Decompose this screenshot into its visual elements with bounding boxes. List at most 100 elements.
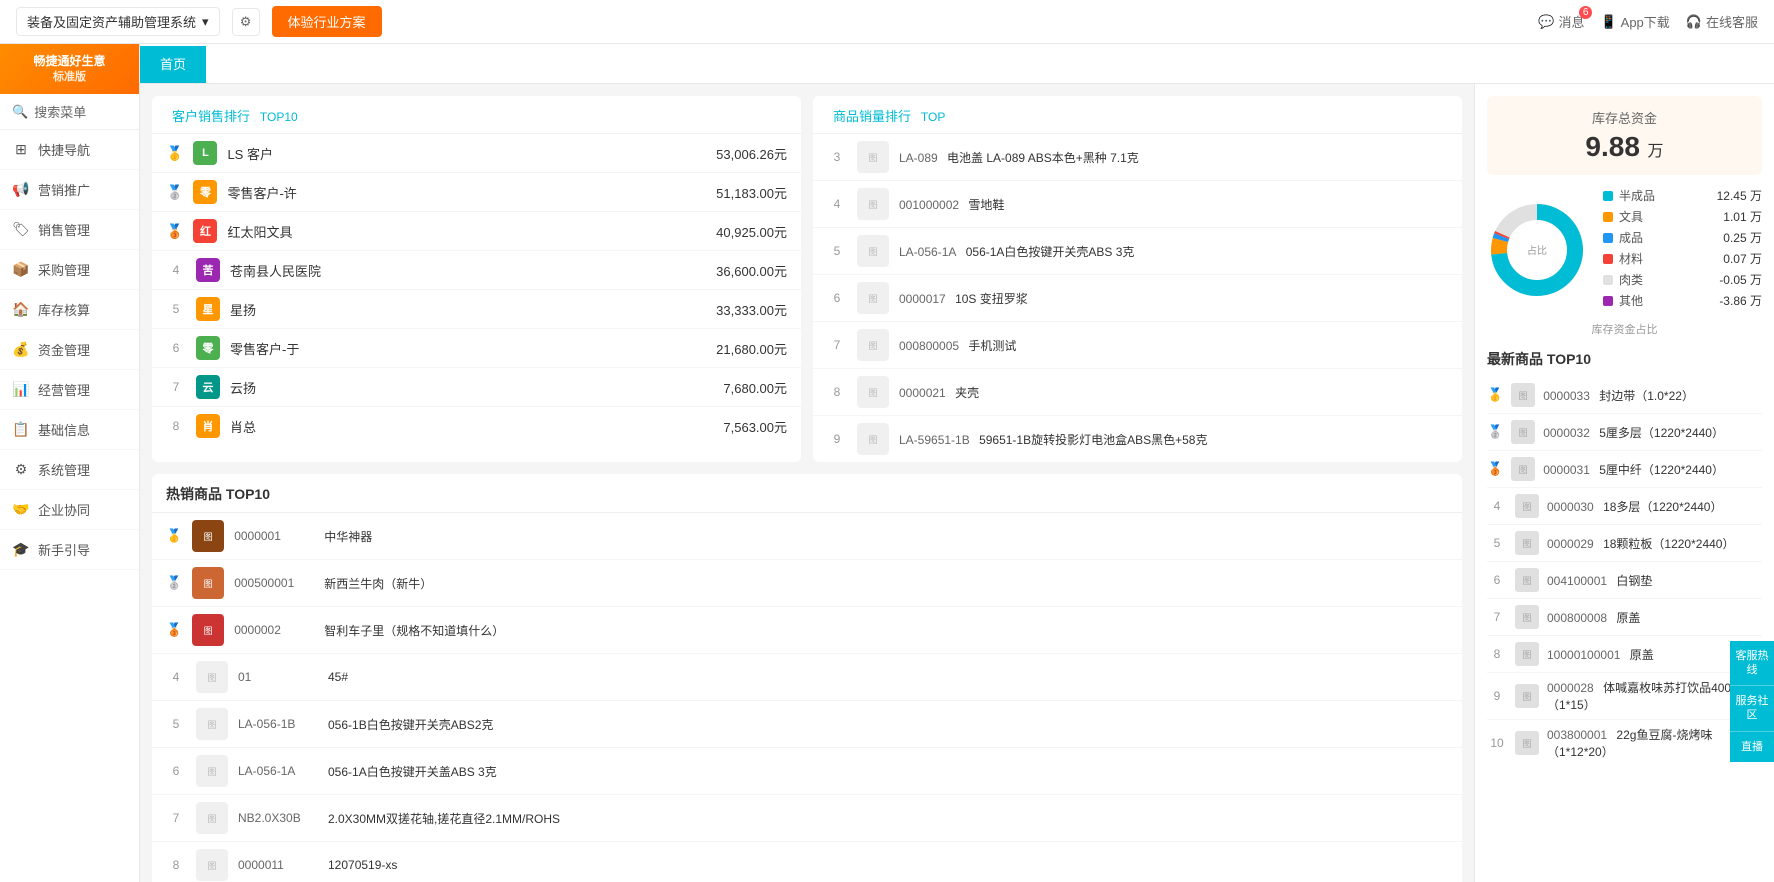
latest-product-row: 🥇 图 0000033 封边带（1.0*22） bbox=[1487, 377, 1762, 414]
message-button[interactable]: 💬 消息 6 bbox=[1538, 12, 1584, 31]
service-community-button[interactable]: 服务社区 bbox=[1730, 686, 1774, 732]
customer-ranking-card: 客户销售排行 TOP10 🥇 L LS 客户 53,006.26元 🥈 零 零售… bbox=[152, 96, 801, 462]
customer-avatar: 肖 bbox=[196, 414, 220, 438]
legend-name: 半成品 bbox=[1619, 187, 1711, 204]
system-selector[interactable]: 装备及固定资产辅助管理系统 ▾ bbox=[16, 7, 220, 36]
topbar-right: 💬 消息 6 📱 App下载 🎧 在线客服 bbox=[1538, 12, 1758, 31]
search-menu-button[interactable]: 🔍 搜索菜单 bbox=[0, 94, 139, 130]
sidebar-item-5[interactable]: 💰资金管理 bbox=[0, 330, 139, 370]
hot-product-code: 01 bbox=[238, 670, 318, 684]
product-rank-num: 8 bbox=[827, 385, 847, 399]
sidebar-item-7[interactable]: 📋基础信息 bbox=[0, 410, 139, 450]
legend-value: 1.01 万 bbox=[1723, 208, 1762, 225]
sidebar-item-2[interactable]: 🏷销售管理 bbox=[0, 210, 139, 250]
latest-product-row: 6 图 004100001 白钢垫 bbox=[1487, 562, 1762, 599]
customer-rank-row: 🥉 红 红太阳文具 40,925.00元 bbox=[152, 212, 801, 251]
customer-ranking-subtitle: TOP10 bbox=[260, 110, 298, 124]
message-icon: 💬 bbox=[1538, 14, 1554, 30]
latest-product-code: 0000028 bbox=[1547, 681, 1594, 695]
search-label: 搜索菜单 bbox=[34, 102, 86, 121]
sidebar-item-3[interactable]: 📦采购管理 bbox=[0, 250, 139, 290]
legend-value: -3.86 万 bbox=[1719, 292, 1762, 309]
customer-ranking-title: 客户销售排行 TOP10 bbox=[152, 96, 801, 134]
latest-rank-num: 10 bbox=[1487, 736, 1507, 750]
hot-product-row: 🥉 图 0000002 智利车子里（规格不知道填什么） bbox=[152, 607, 1462, 654]
sidebar-item-9[interactable]: 🤝企业协同 bbox=[0, 490, 139, 530]
hot-product-code: 0000011 bbox=[238, 858, 318, 872]
latest-product-thumb: 图 bbox=[1515, 494, 1539, 518]
customer-amount: 51,183.00元 bbox=[716, 183, 787, 202]
inventory-total-unit: 万 bbox=[1648, 143, 1664, 160]
rank-num: 4 bbox=[166, 263, 186, 277]
customer-service-button[interactable]: 客服热线 bbox=[1730, 641, 1774, 687]
latest-product-thumb: 图 bbox=[1515, 605, 1539, 629]
customer-avatar: 云 bbox=[196, 375, 220, 399]
hot-product-row: 🥈 图 000500001 新西兰牛肉（新牛） bbox=[152, 560, 1462, 607]
hot-product-name: 中华神器 bbox=[324, 528, 372, 545]
online-service-label: 在线客服 bbox=[1706, 12, 1758, 31]
product-code-name: LA-089 电池盖 LA-089 ABS本色+黑种 7.1克 bbox=[899, 149, 1448, 166]
sidebar-item-4[interactable]: 🏠库存核算 bbox=[0, 290, 139, 330]
latest-product-row: 4 图 0000030 18多层（1220*2440） bbox=[1487, 488, 1762, 525]
sidebar-icon-10: 🎓 bbox=[12, 541, 30, 558]
legend-item: 半成品 12.45 万 bbox=[1603, 187, 1762, 204]
hot-product-row: 4 图 01 45# bbox=[152, 654, 1462, 701]
legend-name: 肉类 bbox=[1619, 271, 1713, 288]
product-info: 001000002 雪地鞋 bbox=[899, 196, 1448, 213]
product-thumbnail: 图 bbox=[857, 376, 889, 408]
sidebar-icon-7: 📋 bbox=[12, 421, 30, 438]
latest-product-row: 8 图 10000100001 原盖 bbox=[1487, 636, 1762, 673]
latest-product-row: 9 图 0000028 体喊嘉枚味苏打饮品400毫升（1*15） bbox=[1487, 673, 1762, 720]
product-info: LA-056-1A 056-1A白色按键开关壳ABS 3克 bbox=[899, 243, 1448, 260]
online-service-button[interactable]: 🎧 在线客服 bbox=[1686, 12, 1758, 31]
donut-chart: 占比 bbox=[1487, 200, 1587, 300]
latest-product-name: 5厘多层（1220*2440） bbox=[1599, 426, 1724, 440]
trial-button[interactable]: 体验行业方案 bbox=[272, 6, 382, 37]
latest-product-code: 0000030 bbox=[1547, 500, 1594, 514]
hot-products-title: 热销商品 TOP10 bbox=[152, 474, 1462, 513]
sidebar-icon-3: 📦 bbox=[12, 261, 30, 278]
latest-rank-num: 5 bbox=[1487, 536, 1507, 550]
legend-list: 半成品 12.45 万 文具 1.01 万 成品 0.25 万 材料 0.07 … bbox=[1603, 187, 1762, 313]
top-ranking-section: 客户销售排行 TOP10 🥇 L LS 客户 53,006.26元 🥈 零 零售… bbox=[152, 96, 1462, 474]
legend-name: 其他 bbox=[1619, 292, 1713, 309]
latest-medal: 🥇 bbox=[1487, 387, 1503, 403]
sidebar-item-6[interactable]: 📊经营管理 bbox=[0, 370, 139, 410]
latest-product-code: 0000029 bbox=[1547, 537, 1594, 551]
latest-product-info: 004100001 白钢垫 bbox=[1547, 572, 1762, 589]
customer-name: 红太阳文具 bbox=[227, 222, 706, 241]
customer-name: 星扬 bbox=[230, 300, 706, 319]
sidebar: 畅捷通好生意 标准版 🔍 搜索菜单 ⊞快捷导航📢营销推广🏷销售管理📦采购管理🏠库… bbox=[0, 44, 140, 882]
sidebar-item-8[interactable]: ⚙系统管理 bbox=[0, 450, 139, 490]
product-info: 000800005 手机测试 bbox=[899, 337, 1448, 354]
chart-label: 库存资金占比 bbox=[1487, 321, 1762, 337]
product-rank-row: 9 图 LA-59651-1B 59651-1B旋转投影灯电池盒ABS黑色+58… bbox=[813, 416, 1462, 462]
sidebar-item-10[interactable]: 🎓 新手引导 bbox=[0, 530, 139, 570]
sidebar-label-6: 经营管理 bbox=[38, 380, 90, 399]
sidebar-item-0[interactable]: ⊞快捷导航 bbox=[0, 130, 139, 170]
latest-product-thumb: 图 bbox=[1511, 420, 1535, 444]
hot-rank-num: 8 bbox=[166, 858, 186, 872]
latest-medal: 🥈 bbox=[1487, 424, 1503, 440]
gear-icon: ⚙ bbox=[240, 14, 252, 30]
dashboard-right: 库存总资金 9.88 万 bbox=[1474, 84, 1774, 882]
live-broadcast-button[interactable]: 直播 bbox=[1730, 732, 1774, 762]
legend-item: 其他 -3.86 万 bbox=[1603, 292, 1762, 309]
hot-product-code: 0000002 bbox=[234, 623, 314, 637]
sidebar-label-10: 新手引导 bbox=[38, 540, 90, 559]
hot-product-thumb: 图 bbox=[196, 708, 228, 740]
latest-rank-num: 8 bbox=[1487, 647, 1507, 661]
hot-medal: 🥇 bbox=[166, 528, 182, 544]
product-code: 001000002 bbox=[899, 198, 959, 212]
product-thumbnail: 图 bbox=[857, 282, 889, 314]
latest-product-thumb: 图 bbox=[1511, 457, 1535, 481]
product-info: 0000017 10S 变扭罗浆 bbox=[899, 290, 1448, 307]
legend-dot bbox=[1603, 296, 1613, 306]
hot-product-code: 000500001 bbox=[234, 576, 314, 590]
product-ranking-title: 商品销量排行 TOP bbox=[813, 96, 1462, 134]
sidebar-item-1[interactable]: 📢营销推广 bbox=[0, 170, 139, 210]
app-download-button[interactable]: 📱 App下载 bbox=[1600, 12, 1669, 31]
tab-home[interactable]: 首页 bbox=[140, 46, 206, 83]
sidebar-label-1: 营销推广 bbox=[38, 180, 90, 199]
settings-button[interactable]: ⚙ bbox=[232, 8, 260, 36]
